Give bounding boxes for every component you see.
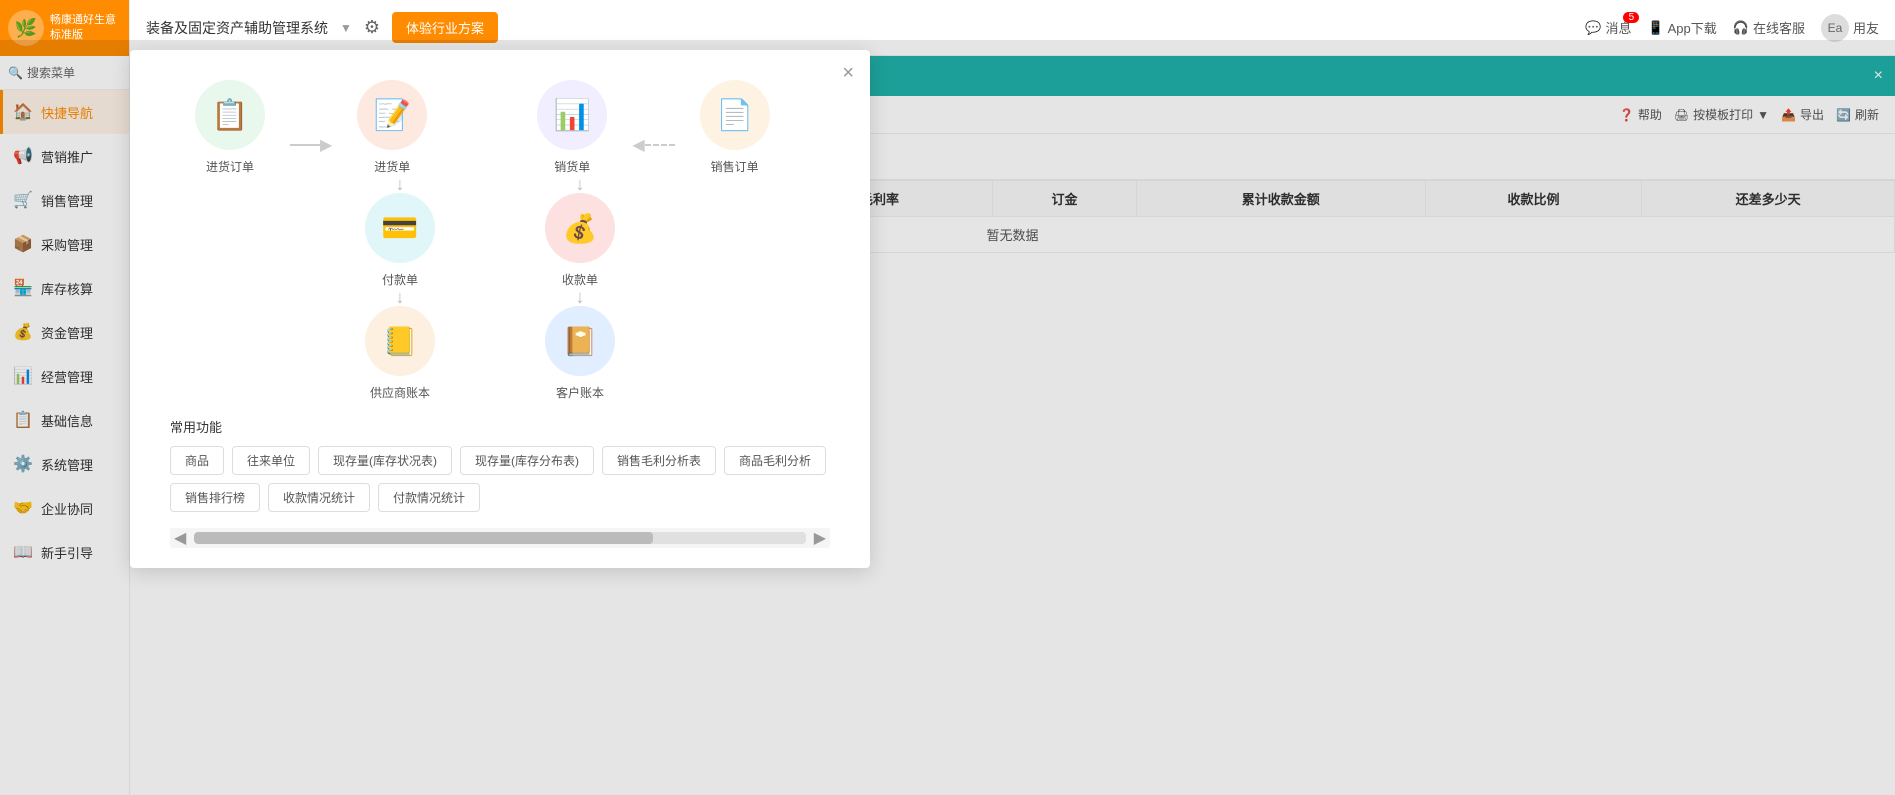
message-btn[interactable]: 💬 消息 5 <box>1585 18 1631 37</box>
popup-close-btn[interactable]: × <box>842 62 854 85</box>
func-btn-counterpart[interactable]: 往来单位 <box>232 446 310 475</box>
user-menu[interactable]: Ea 用友 <box>1821 14 1879 42</box>
supplier-ledger-label: 供应商账本 <box>370 384 430 401</box>
online-service-icon: 🎧 <box>1733 20 1749 36</box>
customer-ledger-label: 客户账本 <box>556 384 604 401</box>
customer-ledger-circle: 📔 <box>545 306 615 376</box>
func-btn-product[interactable]: 商品 <box>170 446 224 475</box>
popup-scrollbar[interactable]: ◀ ▶ <box>170 528 830 548</box>
experience-btn[interactable]: 体验行业方案 <box>392 12 498 43</box>
scroll-left-btn[interactable]: ◀ <box>170 528 190 548</box>
func-btn-sales-profit[interactable]: 销售毛利分析表 <box>602 446 716 475</box>
arrow-purchase: ▶ <box>290 135 332 175</box>
payment-bill-circle: 💳 <box>365 193 435 263</box>
node-customer-ledger[interactable]: 📔 客户账本 <box>520 306 640 401</box>
message-icon: 💬 <box>1585 20 1601 36</box>
scroll-right-btn[interactable]: ▶ <box>810 528 830 548</box>
receipt-bill-label: 收款单 <box>562 271 598 288</box>
avatar: Ea <box>1821 14 1849 42</box>
node-receipt-bill[interactable]: 💰 收款单 <box>520 193 640 288</box>
receipt-bill-circle: 💰 <box>545 193 615 263</box>
func-buttons-row2: 销售排行榜 收款情况统计 付款情况统计 <box>170 483 830 512</box>
main-content: 装备及固定资产辅助管理系统 ▼ ⚙ 体验行业方案 💬 消息 5 📱 App下载 … <box>130 0 1895 795</box>
scroll-thumb <box>194 532 653 544</box>
common-functions: 常用功能 商品 往来单位 现存量(库存状况表) 现存量(库存分布表) 销售毛利分… <box>170 417 830 512</box>
payment-bill-label: 付款单 <box>382 271 418 288</box>
topbar-right: 💬 消息 5 📱 App下载 🎧 在线客服 Ea 用友 <box>1585 14 1879 42</box>
sales-order-label: 销售订单 <box>711 158 759 175</box>
online-service-btn[interactable]: 🎧 在线客服 <box>1733 18 1805 37</box>
logo-text: 畅康通好生意 标准版 <box>50 13 116 44</box>
node-payment-bill[interactable]: 💳 付款单 <box>340 193 460 288</box>
settings-icon[interactable]: ⚙ <box>364 17 380 38</box>
system-title: 装备及固定资产辅助管理系统 <box>146 18 328 38</box>
app-download-icon: 📱 <box>1647 20 1663 36</box>
func-btn-product-profit[interactable]: 商品毛利分析 <box>724 446 826 475</box>
func-btn-stock-status[interactable]: 现存量(库存状况表) <box>318 446 452 475</box>
func-btn-stock-dist[interactable]: 现存量(库存分布表) <box>460 446 594 475</box>
topbar-dropdown-arrow: ▼ <box>340 21 352 35</box>
common-funcs-title: 常用功能 <box>170 417 830 436</box>
sales-bill-label: 销货单 <box>554 158 590 175</box>
sales-order-circle: 📄 <box>700 80 770 150</box>
sales-bill-circle: 📊 <box>537 80 607 150</box>
node-sales-bill[interactable]: 📊 销货单 <box>512 80 632 175</box>
message-badge: 5 <box>1623 12 1639 23</box>
purchase-order-label: 进货订单 <box>206 158 254 175</box>
node-sales-order[interactable]: 📄 销售订单 <box>675 80 795 175</box>
purchase-bill-label: 进货单 <box>374 158 410 175</box>
arrow-sales-dashed: ◀ <box>632 135 674 175</box>
node-purchase-order[interactable]: 📋 进货订单 <box>170 80 290 175</box>
node-supplier-ledger[interactable]: 📒 供应商账本 <box>340 306 460 401</box>
func-btn-payment-stats[interactable]: 付款情况统计 <box>378 483 480 512</box>
flow-popup: × 📋 进货订单 ▶ 📝 进货单 <box>130 50 870 568</box>
app-download-btn[interactable]: 📱 App下载 <box>1647 18 1716 37</box>
func-btn-sales-rank[interactable]: 销售排行榜 <box>170 483 260 512</box>
func-buttons-row1: 商品 往来单位 现存量(库存状况表) 现存量(库存分布表) 销售毛利分析表 商品… <box>170 446 830 475</box>
flow-diagram: 📋 进货订单 ▶ 📝 进货单 📊 销货单 <box>170 80 830 401</box>
node-purchase-bill[interactable]: 📝 进货单 <box>332 80 452 175</box>
supplier-ledger-circle: 📒 <box>365 306 435 376</box>
purchase-order-circle: 📋 <box>195 80 265 150</box>
func-btn-receipt-stats[interactable]: 收款情况统计 <box>268 483 370 512</box>
purchase-bill-circle: 📝 <box>357 80 427 150</box>
